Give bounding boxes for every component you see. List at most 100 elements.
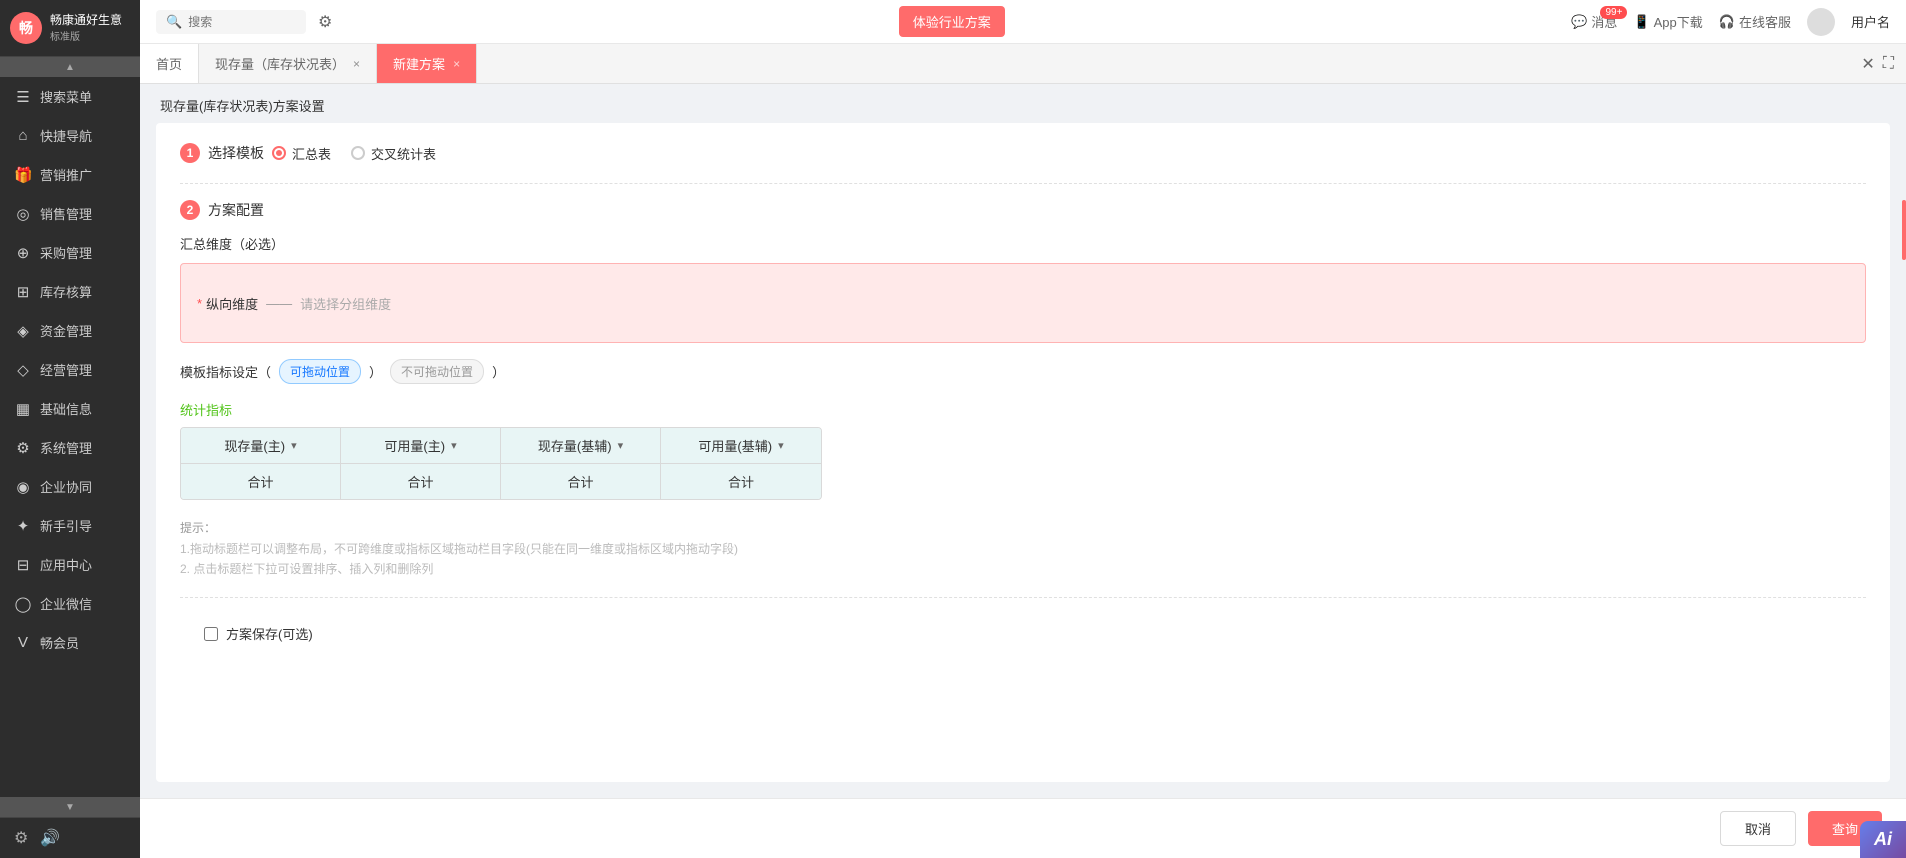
right-scroll-indicator[interactable]	[1902, 200, 1906, 260]
sidebar-item-label: 快捷导航	[40, 126, 92, 145]
col0-dropdown-icon[interactable]: ▾	[291, 439, 297, 452]
online-service-label: 在线客服	[1739, 12, 1791, 31]
sidebar-item-label: 系统管理	[40, 438, 92, 457]
app-name: 畅康通好生意	[50, 13, 122, 29]
stats-col-header-3[interactable]: 可用量(基辅) ▾	[661, 428, 821, 464]
content-area: 现存量(库存状况表)方案设置 1 选择模板 汇总表 交叉统计表	[140, 84, 1906, 858]
tab-home[interactable]: 首页	[140, 44, 199, 83]
stats-section: 统计指标 现存量(主) ▾ 合计	[180, 400, 1866, 503]
online-service-button[interactable]: 🎧 在线客服	[1719, 12, 1791, 31]
messages-button[interactable]: 💬 消息 99+	[1571, 12, 1617, 31]
sidebar-item-label: 采购管理	[40, 243, 92, 262]
stats-col-1: 可用量(主) ▾ 合计	[341, 428, 501, 499]
tip-item-1: 2. 点击标题栏下拉可设置排序、插入列和删除列	[180, 560, 1866, 577]
finance-icon: ◈	[14, 322, 32, 340]
sidebar-item-search-menu[interactable]: ☰ 搜索菜单	[0, 77, 140, 116]
settings-icon[interactable]: ⚙	[14, 828, 28, 848]
sidebar-item-marketing[interactable]: 🎁 营销推广	[0, 155, 140, 194]
main-area: 🔍 ⚙ 体验行业方案 💬 消息 99+ 📱 App下载 🎧 在线客服 用户名	[140, 0, 1906, 858]
sidebar-item-inventory[interactable]: ⊞ 库存核算	[0, 272, 140, 311]
sidebar-item-finance[interactable]: ◈ 资金管理	[0, 311, 140, 350]
sidebar-item-quick-nav[interactable]: ⌂ 快捷导航	[0, 116, 140, 155]
tab-inventory-status[interactable]: 现存量（库存状况表） ×	[199, 44, 377, 83]
sales-icon: ◎	[14, 205, 32, 223]
sidebar-item-label: 企业协同	[40, 477, 92, 496]
sidebar-item-label: 搜索菜单	[40, 87, 92, 106]
sidebar-item-label: 企业微信	[40, 594, 92, 613]
sidebar-item-label: 新手引导	[40, 516, 92, 535]
sidebar-item-label: 经营管理	[40, 360, 92, 379]
guide-icon: ✦	[14, 517, 32, 535]
tab-home-label: 首页	[156, 54, 182, 73]
purchase-icon: ⊕	[14, 244, 32, 262]
save-label: 方案保存(可选)	[226, 624, 313, 643]
template-radio-group: 汇总表 交叉统计表	[272, 144, 436, 163]
app-download-button[interactable]: 📱 App下载	[1633, 12, 1702, 31]
cooperation-icon: ◉	[14, 478, 32, 496]
cancel-button[interactable]: 取消	[1720, 811, 1796, 846]
step2-header: 2 方案配置	[180, 200, 1866, 220]
sidebar-item-purchase[interactable]: ⊕ 采购管理	[0, 233, 140, 272]
basic-info-icon: ▦	[14, 400, 32, 418]
radio-summary[interactable]: 汇总表	[272, 144, 331, 163]
sidebar-item-guide[interactable]: ✦ 新手引导	[0, 506, 140, 545]
tips-title: 提示：	[180, 519, 1866, 536]
col3-dropdown-icon[interactable]: ▾	[778, 439, 784, 452]
stats-col-header-1[interactable]: 可用量(主) ▾	[341, 428, 500, 464]
tab-new-plan[interactable]: 新建方案 ×	[377, 44, 477, 83]
step2-num: 2	[180, 200, 200, 220]
speaker-icon[interactable]: 🔊	[40, 828, 60, 848]
settings-gear-icon[interactable]: ⚙	[318, 12, 332, 32]
industry-plan-button[interactable]: 体验行业方案	[899, 6, 1005, 37]
form-card: 1 选择模板 汇总表 交叉统计表	[156, 123, 1890, 782]
step2-title: 方案配置	[208, 200, 264, 220]
sidebar-item-operations[interactable]: ◇ 经营管理	[0, 350, 140, 389]
sidebar-item-sales[interactable]: ◎ 销售管理	[0, 194, 140, 233]
operations-icon: ◇	[14, 361, 32, 379]
avatar[interactable]	[1807, 8, 1835, 36]
search-box[interactable]: 🔍	[156, 10, 306, 34]
radio-summary-label: 汇总表	[292, 144, 331, 163]
system-icon: ⚙	[14, 439, 32, 457]
stats-col-header-2[interactable]: 现存量(基辅) ▾	[501, 428, 660, 464]
search-input[interactable]	[188, 15, 288, 29]
sidebar-item-label: 销售管理	[40, 204, 92, 223]
form-footer: 方案保存(可选)	[180, 614, 1866, 653]
sidebar-item-basic-info[interactable]: ▦ 基础信息	[0, 389, 140, 428]
topbar: 🔍 ⚙ 体验行业方案 💬 消息 99+ 📱 App下载 🎧 在线客服 用户名	[140, 0, 1906, 44]
sidebar-item-cooperation[interactable]: ◉ 企业协同	[0, 467, 140, 506]
sidebar-scroll-up[interactable]: ▲	[0, 57, 140, 77]
app-logo-icon: 畅	[10, 12, 42, 44]
ai-badge: Ai	[1860, 821, 1906, 858]
stats-col-0: 现存量(主) ▾ 合计	[181, 428, 341, 499]
dimension-placeholder[interactable]: 请选择分组维度	[300, 294, 391, 313]
tabs-bar: 首页 现存量（库存状况表） × 新建方案 × ✕ ⛶	[140, 44, 1906, 84]
step1-num: 1	[180, 143, 200, 163]
dimension-label: 纵向维度	[206, 294, 258, 313]
tab-inventory-close[interactable]: ×	[353, 57, 360, 71]
col1-dropdown-icon[interactable]: ▾	[451, 439, 457, 452]
save-checkbox[interactable]	[204, 627, 218, 641]
sidebar-item-label: 库存核算	[40, 282, 92, 301]
search-menu-icon: ☰	[14, 88, 32, 106]
sidebar-item-label: 基础信息	[40, 399, 92, 418]
message-icon: 💬	[1571, 14, 1587, 30]
sidebar-item-app-center[interactable]: ⊟ 应用中心	[0, 545, 140, 584]
expand-icon[interactable]: ⛶	[1883, 55, 1894, 73]
stats-col-header-0[interactable]: 现存量(主) ▾	[181, 428, 340, 464]
service-icon: 🎧	[1719, 14, 1735, 30]
page-title: 现存量(库存状况表)方案设置	[160, 99, 325, 114]
col2-dropdown-icon[interactable]: ▾	[618, 439, 624, 452]
collapse-icon[interactable]: ✕	[1861, 54, 1874, 74]
sidebar: 畅 畅康通好生意 标准版 ▲ ☰ 搜索菜单 ⌂ 快捷导航 🎁 营销推广 ◎ 销售…	[0, 0, 140, 858]
sidebar-item-wechat[interactable]: ◯ 企业微信	[0, 584, 140, 623]
gift-icon: 🎁	[14, 166, 32, 184]
tab-new-plan-close[interactable]: ×	[453, 57, 460, 71]
sidebar-item-member[interactable]: V 畅会员	[0, 623, 140, 662]
sidebar-item-system[interactable]: ⚙ 系统管理	[0, 428, 140, 467]
stats-col-body-3: 合计	[661, 464, 821, 499]
stats-col-body-0: 合计	[181, 464, 340, 499]
radio-cross[interactable]: 交叉统计表	[351, 144, 436, 163]
sidebar-scroll-down[interactable]: ▼	[0, 797, 140, 817]
tab-inventory-label: 现存量（库存状况表）	[215, 54, 345, 73]
